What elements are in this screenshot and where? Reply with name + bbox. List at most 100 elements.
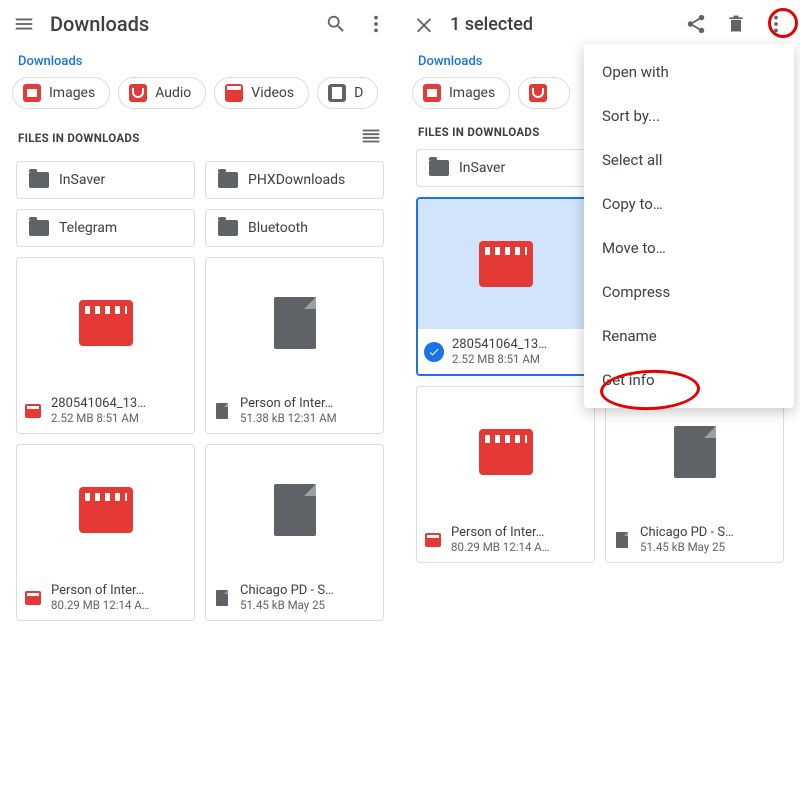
video-icon <box>479 429 533 475</box>
panel-left: Downloads Downloads Images Audio Videos … <box>0 0 400 800</box>
menu-move-to[interactable]: Move to… <box>584 226 794 270</box>
file-footer: Chicago PD - S…51.45 kB May 25 <box>206 575 383 620</box>
file-meta: 2.52 MB 8:51 AM <box>452 352 547 366</box>
panel-right: 1 selected Downloads Images FILES IN DOW… <box>400 0 800 800</box>
folder-name: PHXDownloads <box>248 172 345 188</box>
chip-audio[interactable] <box>518 77 570 109</box>
folder-name: Bluetooth <box>248 220 308 236</box>
folder-item[interactable]: InSaver <box>16 161 195 199</box>
selection-title: 1 selected <box>442 14 678 35</box>
chip-documents[interactable]: D <box>317 77 378 109</box>
delete-icon[interactable] <box>718 6 754 42</box>
video-icon <box>79 300 133 346</box>
folder-icon <box>29 220 49 236</box>
file-name: Person of Inter… <box>240 396 337 411</box>
file-tile[interactable]: 280541064_13…2.52 MB 8:51 AM <box>16 257 195 434</box>
menu-get-info[interactable]: Get info <box>584 358 794 402</box>
folder-name: Telegram <box>59 220 117 236</box>
folder-icon <box>218 172 238 188</box>
appbar-title: Downloads <box>42 12 318 36</box>
menu-copy-to[interactable]: Copy to… <box>584 182 794 226</box>
section-label: FILES IN DOWNLOADS <box>418 125 540 139</box>
file-tile[interactable]: Chicago PD - S…51.45 kB May 25 <box>605 386 784 563</box>
chip-label: Videos <box>251 85 294 101</box>
chip-images[interactable]: Images <box>412 77 510 109</box>
file-type-icon <box>423 528 443 552</box>
file-footer: 280541064_13…2.52 MB 8:51 AM <box>418 329 594 374</box>
documents-icon <box>328 84 346 102</box>
file-name: Chicago PD - S… <box>640 525 734 540</box>
file-meta: 51.38 kB 12:31 AM <box>240 411 337 425</box>
file-name: 280541064_13… <box>452 337 547 352</box>
close-icon[interactable] <box>406 6 442 42</box>
chip-label: Audio <box>155 85 191 101</box>
check-icon <box>424 342 444 362</box>
search-icon[interactable] <box>318 6 354 42</box>
menu-rename[interactable]: Rename <box>584 314 794 358</box>
file-tile[interactable]: Chicago PD - S…51.45 kB May 25 <box>205 444 384 621</box>
file-footer: Person of Inter…80.29 MB 12:14 A… <box>417 517 594 562</box>
file-footer: 280541064_13…2.52 MB 8:51 AM <box>17 388 194 433</box>
folder-icon <box>429 160 449 176</box>
folder-name: InSaver <box>459 160 505 176</box>
video-icon <box>479 241 533 287</box>
file-meta: 80.29 MB 12:14 A… <box>451 540 549 554</box>
file-type-icon <box>212 399 232 423</box>
menu-sort-by[interactable]: Sort by... <box>584 94 794 138</box>
share-icon[interactable] <box>678 6 714 42</box>
breadcrumb[interactable]: Downloads <box>0 48 400 77</box>
document-icon <box>274 484 316 536</box>
file-meta: 2.52 MB 8:51 AM <box>51 411 146 425</box>
file-type-icon <box>23 399 43 423</box>
file-footer: Chicago PD - S…51.45 kB May 25 <box>606 517 783 562</box>
folder-grid: InSaver PHXDownloads Telegram Bluetooth <box>0 161 400 247</box>
file-type-icon <box>23 586 43 610</box>
file-tile[interactable]: Person of Inter…51.38 kB 12:31 AM <box>205 257 384 434</box>
audio-icon <box>129 84 147 102</box>
overflow-icon[interactable] <box>358 6 394 42</box>
folder-item[interactable]: Bluetooth <box>205 209 384 247</box>
file-type-icon <box>612 528 632 552</box>
file-tile[interactable]: Person of Inter…80.29 MB 12:14 A… <box>416 386 595 563</box>
file-type-icon <box>212 586 232 610</box>
chip-videos[interactable]: Videos <box>214 77 309 109</box>
folder-item[interactable]: PHXDownloads <box>205 161 384 199</box>
file-name: Chicago PD - S… <box>240 583 334 598</box>
chip-label: D <box>354 85 363 101</box>
folder-item[interactable]: InSaver <box>416 149 595 187</box>
document-icon <box>674 426 716 478</box>
appbar-selection: 1 selected <box>400 0 800 48</box>
file-footer: Person of Inter…80.29 MB 12:14 A… <box>17 575 194 620</box>
chip-images[interactable]: Images <box>12 77 110 109</box>
folder-icon <box>29 172 49 188</box>
folder-item[interactable]: Telegram <box>16 209 195 247</box>
overflow-icon[interactable] <box>758 6 794 42</box>
videos-icon <box>225 84 243 102</box>
chip-label: Images <box>49 85 95 101</box>
hamburger-icon[interactable] <box>6 6 42 42</box>
video-icon <box>79 487 133 533</box>
audio-icon <box>529 84 547 102</box>
file-tile-selected[interactable]: 280541064_13…2.52 MB 8:51 AM <box>416 197 596 376</box>
file-tile[interactable]: Person of Inter…80.29 MB 12:14 A… <box>16 444 195 621</box>
document-icon <box>274 297 316 349</box>
menu-open-with[interactable]: Open with <box>584 50 794 94</box>
chip-label: Images <box>449 85 495 101</box>
appbar-left: Downloads <box>0 0 400 48</box>
filter-chips: Images Audio Videos D <box>0 77 400 119</box>
file-footer: Person of Inter…51.38 kB 12:31 AM <box>206 388 383 433</box>
menu-select-all[interactable]: Select all <box>584 138 794 182</box>
file-preview <box>17 445 194 575</box>
listview-toggle-icon[interactable] <box>360 125 382 151</box>
folder-icon <box>218 220 238 236</box>
images-icon <box>423 84 441 102</box>
images-icon <box>23 84 41 102</box>
file-preview <box>17 258 194 388</box>
file-name: Person of Inter… <box>51 583 149 598</box>
file-grid: 280541064_13…2.52 MB 8:51 AM Person of I… <box>0 247 400 631</box>
file-meta: 51.45 kB May 25 <box>640 540 734 554</box>
chip-audio[interactable]: Audio <box>118 77 206 109</box>
section-header: FILES IN DOWNLOADS <box>0 119 400 161</box>
file-meta: 80.29 MB 12:14 A… <box>51 598 149 612</box>
menu-compress[interactable]: Compress <box>584 270 794 314</box>
